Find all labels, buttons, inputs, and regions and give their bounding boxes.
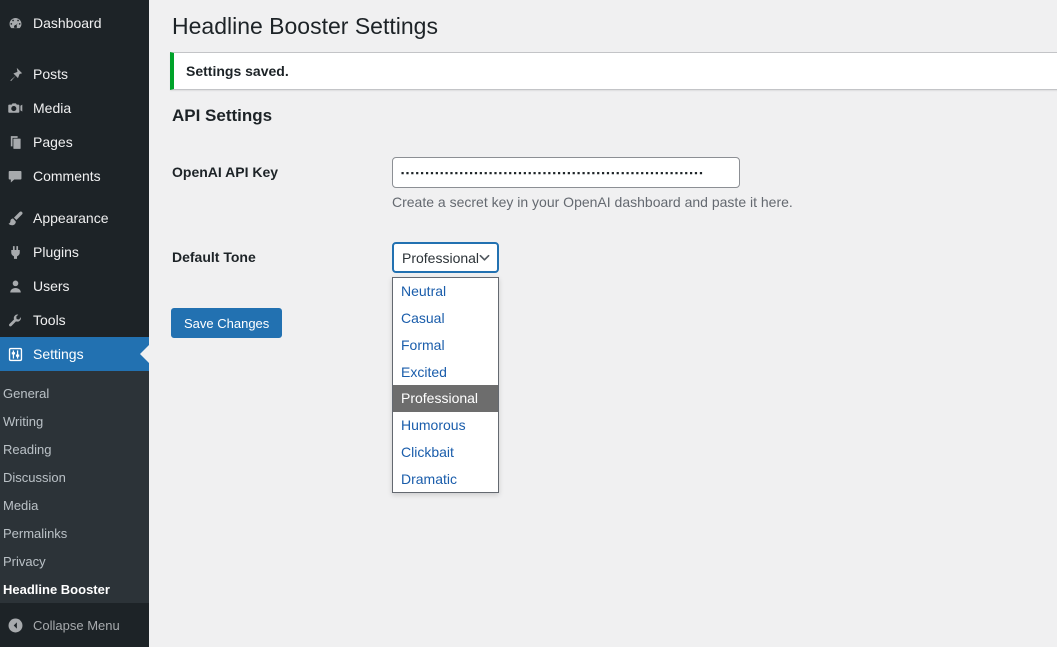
sidebar-item-label: Tools: [33, 312, 66, 328]
wordpress-admin-page: Dashboard Posts Media Pages: [0, 0, 1057, 647]
page-title: Headline Booster Settings: [172, 12, 438, 42]
tone-dropdown-list: Neutral Casual Formal Excited Profession…: [392, 277, 499, 493]
sidebar-item-label: Posts: [33, 66, 68, 82]
section-heading: API Settings: [172, 106, 272, 126]
menu-separator: [0, 40, 149, 57]
collapse-arrow-icon: [5, 615, 25, 635]
sidebar-item-appearance[interactable]: Appearance: [0, 201, 149, 235]
notice-text: Settings saved.: [186, 63, 1046, 79]
plug-icon: [5, 242, 25, 262]
submenu-item-permalinks[interactable]: Permalinks: [0, 519, 149, 547]
submenu-item-reading[interactable]: Reading: [0, 435, 149, 463]
sidebar-item-users[interactable]: Users: [0, 269, 149, 303]
submenu-item-headline-booster[interactable]: Headline Booster: [0, 575, 149, 603]
dropdown-option-neutral[interactable]: Neutral: [393, 278, 498, 305]
sidebar-item-label: Comments: [33, 168, 101, 184]
dropdown-option-formal[interactable]: Formal: [393, 332, 498, 359]
wrench-icon: [5, 310, 25, 330]
admin-sidebar: Dashboard Posts Media Pages: [0, 0, 149, 647]
success-notice: Settings saved.: [170, 52, 1057, 90]
user-icon: [5, 276, 25, 296]
comment-icon: [5, 166, 25, 186]
sliders-icon: [5, 344, 25, 364]
menu-separator: [0, 193, 149, 201]
sidebar-item-label: Media: [33, 100, 71, 116]
active-menu-arrow: [140, 345, 149, 363]
sidebar-item-tools[interactable]: Tools: [0, 303, 149, 337]
sidebar-item-settings[interactable]: Settings: [0, 337, 149, 371]
sidebar-item-plugins[interactable]: Plugins: [0, 235, 149, 269]
api-key-label: OpenAI API Key: [172, 164, 382, 180]
sidebar-item-comments[interactable]: Comments: [0, 159, 149, 193]
dropdown-option-casual[interactable]: Casual: [393, 305, 498, 332]
main-content: Headline Booster Settings Settings saved…: [149, 0, 1057, 647]
collapse-menu-button[interactable]: Collapse Menu: [0, 603, 149, 647]
admin-menu: Dashboard Posts Media Pages: [0, 0, 149, 371]
api-key-masked-value: ▪▪▪▪▪▪▪▪▪▪▪▪▪▪▪▪▪▪▪▪▪▪▪▪▪▪▪▪▪▪▪▪▪▪▪▪▪▪▪▪…: [401, 168, 704, 178]
sidebar-item-pages[interactable]: Pages: [0, 125, 149, 159]
dropdown-option-clickbait[interactable]: Clickbait: [393, 439, 498, 466]
api-key-help-text: Create a secret key in your OpenAI dashb…: [392, 194, 793, 210]
pages-icon: [5, 132, 25, 152]
dropdown-option-professional[interactable]: Professional: [393, 385, 498, 412]
brush-icon: [5, 208, 25, 228]
settings-submenu: General Writing Reading Discussion Media…: [0, 371, 149, 615]
api-key-input[interactable]: ▪▪▪▪▪▪▪▪▪▪▪▪▪▪▪▪▪▪▪▪▪▪▪▪▪▪▪▪▪▪▪▪▪▪▪▪▪▪▪▪…: [392, 157, 740, 188]
submenu-item-discussion[interactable]: Discussion: [0, 463, 149, 491]
dropdown-option-excited[interactable]: Excited: [393, 358, 498, 385]
sidebar-item-label: Users: [33, 278, 70, 294]
save-changes-button[interactable]: Save Changes: [171, 308, 282, 338]
chevron-down-icon: [479, 254, 490, 262]
collapse-menu-label: Collapse Menu: [33, 618, 120, 633]
select-selected-value: Professional: [402, 250, 479, 266]
sidebar-item-label: Settings: [33, 346, 84, 362]
sidebar-item-label: Appearance: [33, 210, 109, 226]
sidebar-item-media[interactable]: Media: [0, 91, 149, 125]
dashboard-icon: [5, 13, 25, 33]
pushpin-icon: [5, 64, 25, 84]
sidebar-item-posts[interactable]: Posts: [0, 57, 149, 91]
submenu-item-media[interactable]: Media: [0, 491, 149, 519]
default-tone-select[interactable]: Professional: [392, 242, 499, 273]
sidebar-item-label: Dashboard: [33, 15, 102, 31]
submenu-item-general[interactable]: General: [0, 379, 149, 407]
dropdown-option-humorous[interactable]: Humorous: [393, 412, 498, 439]
sidebar-item-label: Plugins: [33, 244, 79, 260]
default-tone-label: Default Tone: [172, 249, 382, 265]
sidebar-item-label: Pages: [33, 134, 73, 150]
submenu-item-writing[interactable]: Writing: [0, 407, 149, 435]
camera-icon: [5, 98, 25, 118]
sidebar-item-dashboard[interactable]: Dashboard: [0, 6, 149, 40]
submenu-item-privacy[interactable]: Privacy: [0, 547, 149, 575]
dropdown-option-dramatic[interactable]: Dramatic: [393, 465, 498, 492]
